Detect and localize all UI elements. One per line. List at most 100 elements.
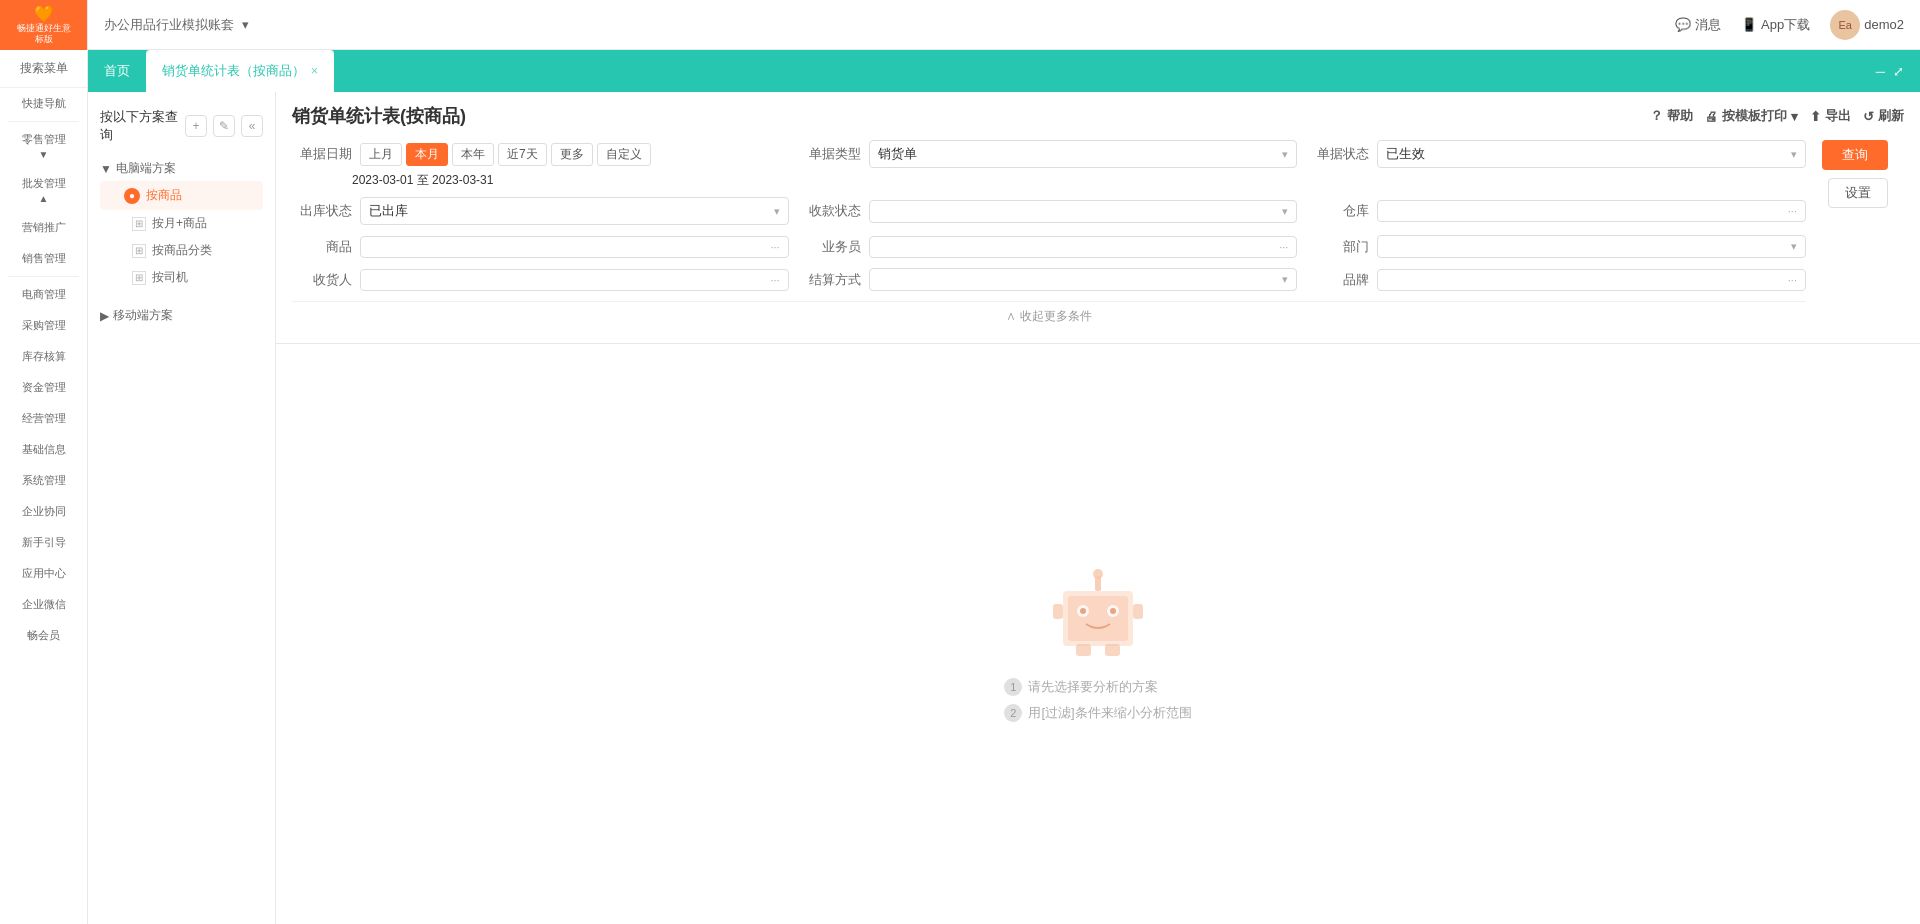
- payment-status-input[interactable]: ▾: [869, 200, 1298, 223]
- svg-rect-6: [1053, 604, 1063, 619]
- date-buttons: 上月 本月 本年 近7天 更多 自定义: [360, 143, 651, 166]
- sales-mgmt-btn[interactable]: 销售管理: [0, 243, 87, 274]
- retail-mgmt-label: 零售管理: [22, 132, 66, 147]
- date-btn-more[interactable]: 更多: [551, 143, 593, 166]
- marketing-label: 营销推广: [22, 220, 66, 235]
- doc-type-filter-cell: 单据类型 销货单 ▾: [801, 140, 1298, 168]
- page-content: 按以下方案查询 + ✎ « ▼ 电脑端方案 ● 按商品 ⊞: [88, 92, 1920, 924]
- app-center-btn[interactable]: 应用中心: [0, 558, 87, 589]
- tab-home-label: 首页: [104, 62, 130, 80]
- purchase-btn[interactable]: 采购管理: [0, 310, 87, 341]
- scheme-collapse-btn[interactable]: «: [241, 115, 263, 137]
- user-avatar-btn[interactable]: Ea demo2: [1830, 10, 1904, 40]
- top-header-right: 💬 消息 📱 App下载 Ea demo2: [1675, 10, 1904, 40]
- tab-close-icon[interactable]: ×: [311, 64, 318, 78]
- svg-point-9: [1093, 569, 1103, 579]
- app-download-label: App下载: [1761, 16, 1810, 34]
- enterprise-wechat-btn[interactable]: 企业微信: [0, 589, 87, 620]
- window-maximize-icon[interactable]: ⤢: [1893, 64, 1904, 79]
- svg-rect-10: [1076, 644, 1091, 656]
- date-controls: 上月 本月 本年 近7天 更多 自定义: [360, 143, 789, 166]
- scheme-mobile-section: ▶ 移动端方案: [88, 297, 275, 334]
- export-icon: ⬆: [1810, 109, 1821, 124]
- scheme-edit-btn[interactable]: ✎: [213, 115, 235, 137]
- scheme-add-btn[interactable]: +: [185, 115, 207, 137]
- tab-sales-stats[interactable]: 销货单统计表（按商品） ×: [146, 50, 334, 92]
- date-btn-7days[interactable]: 近7天: [498, 143, 547, 166]
- help-icon: ？: [1650, 107, 1663, 125]
- enterprise-wechat-label: 企业微信: [22, 597, 66, 612]
- filter-left: 单据日期 上月 本月 本年 近7天 更多 自定义: [292, 140, 1806, 331]
- out-status-input[interactable]: 已出库 ▾: [360, 197, 789, 225]
- warehouse-label: 仓库: [1309, 202, 1369, 220]
- date-btn-this-year[interactable]: 本年: [452, 143, 494, 166]
- filter-area: 单据日期 上月 本月 本年 近7天 更多 自定义: [292, 140, 1904, 331]
- scheme-mobile-title[interactable]: ▶ 移动端方案: [100, 303, 263, 328]
- doc-status-input[interactable]: 已生效 ▾: [1377, 140, 1806, 168]
- main-area: 办公用品行业模拟账套 ▾ 💬 消息 📱 App下载 Ea demo2 首页 销货…: [88, 0, 1920, 924]
- app-download-btn[interactable]: 📱 App下载: [1741, 16, 1810, 34]
- scheme-mobile-label: 移动端方案: [113, 307, 173, 324]
- scheme-pc-arrow: ▼: [100, 162, 112, 176]
- print-btn[interactable]: 🖨 按模板打印 ▾: [1705, 107, 1798, 125]
- out-status-filter-cell: 出库状态 已出库 ▾: [292, 197, 789, 225]
- retail-mgmt-btn[interactable]: 零售管理 ▼: [0, 124, 87, 168]
- date-btn-last-month[interactable]: 上月: [360, 143, 402, 166]
- vip-btn[interactable]: 畅会员: [0, 620, 87, 651]
- quick-nav-label: 快捷导航: [22, 96, 66, 111]
- marketing-btn[interactable]: 营销推广: [0, 212, 87, 243]
- scheme-pc-title[interactable]: ▼ 电脑端方案: [100, 156, 263, 181]
- print-icon: 🖨: [1705, 109, 1718, 124]
- dept-input[interactable]: ▾: [1377, 235, 1806, 258]
- brand-label: 品牌: [1309, 271, 1369, 289]
- date-btn-custom[interactable]: 自定义: [597, 143, 651, 166]
- finance-btn[interactable]: 资金管理: [0, 372, 87, 403]
- refresh-btn[interactable]: ↺ 刷新: [1863, 107, 1904, 125]
- wholesale-mgmt-btn[interactable]: 批发管理 ▲: [0, 168, 87, 212]
- scheme-item-by-category[interactable]: ⊞ 按商品分类: [100, 237, 263, 264]
- new-guide-btn[interactable]: 新手引导: [0, 527, 87, 558]
- collapse-more-btn[interactable]: ∧ 收起更多条件: [292, 301, 1806, 331]
- window-minimize-icon[interactable]: ─: [1876, 64, 1885, 79]
- brand-input[interactable]: ···: [1377, 269, 1806, 291]
- page-title-row: 销货单统计表(按商品) ？ 帮助 🖨 按模板打印 ▾ ⬆: [292, 104, 1904, 128]
- date-btn-this-month[interactable]: 本月: [406, 143, 448, 166]
- goods-input[interactable]: ···: [360, 236, 789, 258]
- out-status-arrow-icon: ▾: [774, 205, 780, 218]
- refresh-icon: ↺: [1863, 109, 1874, 124]
- scheme-item-by-goods[interactable]: ● 按商品: [100, 181, 263, 210]
- search-menu-btn[interactable]: 搜索菜单: [0, 50, 87, 88]
- wholesale-arrow-icon: ▲: [39, 193, 49, 204]
- tab-home[interactable]: 首页: [88, 50, 146, 92]
- warehouse-input[interactable]: ···: [1377, 200, 1806, 222]
- print-dropdown-icon: ▾: [1791, 109, 1798, 124]
- avatar: Ea: [1830, 10, 1860, 40]
- export-btn[interactable]: ⬆ 导出: [1810, 107, 1851, 125]
- scheme-sub-icon-2: ⊞: [132, 244, 146, 258]
- quick-nav-btn[interactable]: 快捷导航: [0, 88, 87, 119]
- payment-method-input[interactable]: ▾: [869, 268, 1298, 291]
- scheme-item-by-driver[interactable]: ⊞ 按司机: [100, 264, 263, 291]
- inventory-btn[interactable]: 库存核算: [0, 341, 87, 372]
- operations-btn[interactable]: 经营管理: [0, 403, 87, 434]
- payment-status-arrow-icon: ▾: [1282, 205, 1288, 218]
- payment-method-label: 结算方式: [801, 271, 861, 289]
- doc-type-input[interactable]: 销货单 ▾: [869, 140, 1298, 168]
- help-label: 帮助: [1667, 107, 1693, 125]
- message-btn[interactable]: 💬 消息: [1675, 16, 1721, 34]
- scheme-item-active-icon: ●: [124, 188, 140, 204]
- receiver-input[interactable]: ···: [360, 269, 789, 291]
- scheme-panel: 按以下方案查询 + ✎ « ▼ 电脑端方案 ● 按商品 ⊞: [88, 92, 276, 924]
- basic-info-btn[interactable]: 基础信息: [0, 434, 87, 465]
- enterprise-collab-btn[interactable]: 企业协同: [0, 496, 87, 527]
- scheme-item-by-month-goods[interactable]: ⊞ 按月+商品: [100, 210, 263, 237]
- app-center-label: 应用中心: [22, 566, 66, 581]
- help-btn[interactable]: ？ 帮助: [1650, 107, 1693, 125]
- setting-button[interactable]: 设置: [1828, 178, 1888, 208]
- ecommerce-btn[interactable]: 电商管理: [0, 279, 87, 310]
- salesman-input[interactable]: ···: [869, 236, 1298, 258]
- workspace-dropdown-icon[interactable]: ▾: [242, 17, 249, 32]
- empty-state: 1 请先选择要分析的方案 2 用[过滤]条件来缩小分析范围: [276, 344, 1920, 924]
- query-button[interactable]: 查询: [1822, 140, 1888, 170]
- system-mgmt-btn[interactable]: 系统管理: [0, 465, 87, 496]
